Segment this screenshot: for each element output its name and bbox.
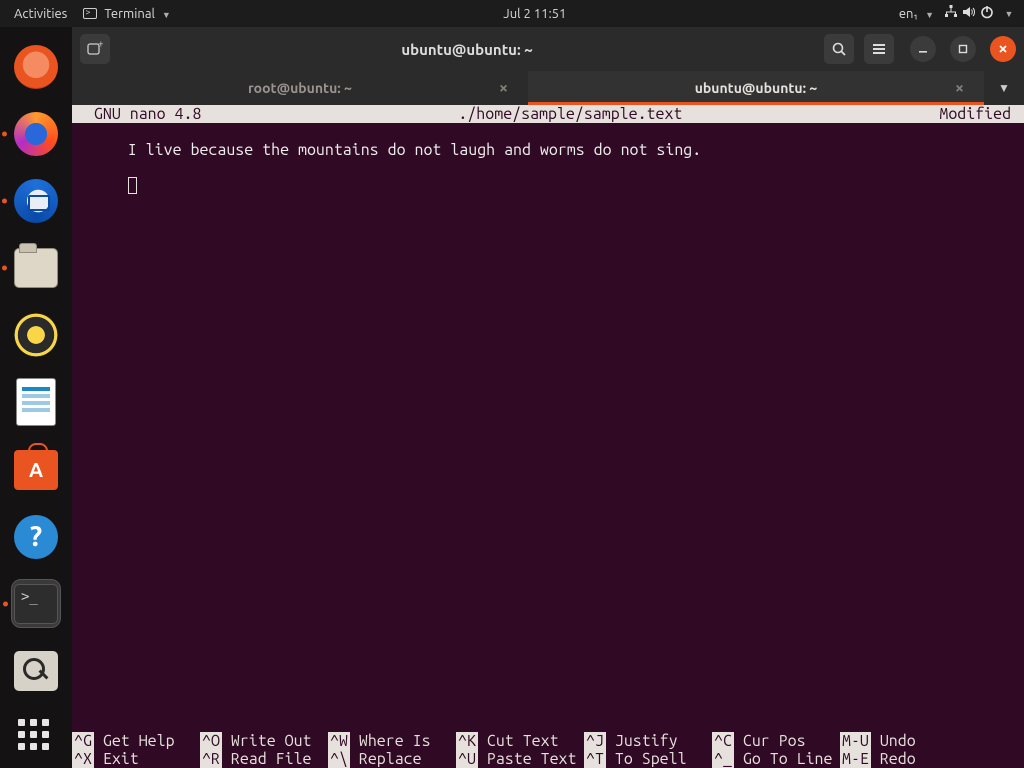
close-button[interactable] [990, 36, 1016, 62]
shortcut-key: ^C [712, 732, 734, 750]
shortcut-label: Go To Line [734, 750, 833, 768]
show-applications-icon[interactable] [11, 42, 61, 91]
chevron-down-icon[interactable]: ▼ [1002, 9, 1016, 19]
hamburger-icon [871, 41, 887, 57]
nano-title-bar: GNU nano 4.8 ./home/sample/sample.text M… [72, 105, 1024, 123]
shortcut-label: Where Is [350, 732, 449, 750]
shortcut-key: ^R [200, 750, 222, 768]
nano-shortcut: ^C Cur Pos [712, 732, 840, 750]
nano-shortcut: ^O Write Out [200, 732, 328, 750]
dock: ? [0, 27, 72, 768]
tab-close-icon[interactable]: × [499, 79, 508, 97]
shortcut-label: Exit [94, 750, 193, 768]
power-icon[interactable] [980, 5, 994, 22]
shortcut-key: ^\ [328, 750, 350, 768]
nano-shortcut: M-E Redo [840, 750, 930, 768]
nano-shortcut: ^K Cut Text [456, 732, 584, 750]
shortcut-key: ^W [328, 732, 350, 750]
shortcut-label: Cur Pos [734, 732, 833, 750]
tab-label: ubuntu@ubuntu: ~ [695, 80, 818, 96]
nano-shortcut: ^X Exit [72, 750, 200, 768]
shortcut-key: ^J [584, 732, 606, 750]
shortcut-key: ^U [456, 750, 478, 768]
shortcut-key: ^O [200, 732, 222, 750]
chevron-down-icon: ▼ [162, 10, 171, 20]
files-icon[interactable] [11, 243, 61, 292]
input-source-label: en₁ [899, 7, 918, 21]
shortcut-label: To Spell [606, 750, 705, 768]
nano-shortcut: ^J Justify [584, 732, 712, 750]
shortcut-key: ^X [72, 750, 94, 768]
nano-shortcut: ^U Paste Text [456, 750, 584, 768]
tab-close-icon[interactable]: × [955, 79, 964, 97]
gnome-top-panel: Activities Terminal ▼ Jul 2 11:51 en₁ ▼ … [0, 0, 1024, 27]
nano-shortcut: ^W Where Is [328, 732, 456, 750]
shortcut-key: ^T [584, 750, 606, 768]
app-menu-button[interactable]: Terminal ▼ [77, 7, 177, 21]
software-center-icon[interactable] [11, 445, 61, 494]
nano-shortcut: ^T To Spell [584, 750, 712, 768]
input-source-indicator[interactable]: en₁ ▼ [893, 7, 940, 21]
libreoffice-writer-icon[interactable] [11, 378, 61, 427]
terminal-tab-2[interactable]: ubuntu@ubuntu: ~ × [528, 71, 984, 105]
nano-shortcut: M-U Undo [840, 732, 930, 750]
chevron-down-icon: ▼ [925, 10, 934, 20]
shortcut-label: Replace [350, 750, 449, 768]
volume-icon[interactable] [962, 5, 976, 22]
shortcut-key: ^K [456, 732, 478, 750]
shortcut-key: ^G [72, 732, 94, 750]
firefox-icon[interactable] [11, 109, 61, 158]
nano-shortcut: ^G Get Help [72, 732, 200, 750]
shortcut-label: Undo [871, 732, 916, 750]
tab-label: root@ubuntu: ~ [248, 80, 352, 96]
network-icon[interactable] [944, 5, 958, 22]
terminal-tab-bar: root@ubuntu: ~ × ubuntu@ubuntu: ~ × ▼ [72, 71, 1024, 105]
shortcut-key: ^_ [712, 750, 734, 768]
shortcut-label: Paste Text [478, 750, 577, 768]
shortcut-key: M-E [840, 750, 871, 768]
svg-text:+: + [98, 41, 103, 49]
activities-button[interactable]: Activities [8, 7, 73, 21]
search-icon [831, 41, 847, 57]
apps-grid-icon[interactable] [18, 719, 54, 754]
maximize-button[interactable] [950, 36, 976, 62]
terminal-icon[interactable] [11, 579, 61, 628]
search-button[interactable] [824, 34, 854, 64]
nano-version: GNU nano 4.8 [76, 105, 201, 123]
terminal-tab-1[interactable]: root@ubuntu: ~ × [72, 71, 528, 105]
image-viewer-icon[interactable] [11, 646, 61, 695]
window-titlebar: + ubuntu@ubuntu: ~ [72, 27, 1024, 71]
minimize-button[interactable] [910, 36, 936, 62]
new-tab-button[interactable]: + [80, 34, 110, 64]
thunderbird-icon[interactable] [11, 176, 61, 225]
shortcut-label: Redo [871, 750, 916, 768]
nano-modified-indicator: Modified [939, 105, 1020, 123]
nano-shortcut-bar: ^G Get Help ^O Write Out ^W Where Is ^K … [72, 732, 1024, 768]
shortcut-label: Justify [606, 732, 705, 750]
shortcut-label: Read File [222, 750, 321, 768]
shortcut-label: Write Out [222, 732, 321, 750]
terminal-small-icon [83, 8, 97, 19]
rhythmbox-icon[interactable] [11, 311, 61, 360]
nano-shortcut: ^_ Go To Line [712, 750, 840, 768]
nano-shortcut: ^R Read File [200, 750, 328, 768]
shortcut-label: Cut Text [478, 732, 577, 750]
nano-buffer-line: I live because the mountains do not laug… [128, 141, 701, 159]
window-title: ubuntu@ubuntu: ~ [118, 41, 816, 58]
terminal-body[interactable]: GNU nano 4.8 ./home/sample/sample.text M… [72, 105, 1024, 768]
app-menu-label: Terminal [104, 7, 155, 21]
text-cursor [128, 177, 137, 194]
shortcut-label: Get Help [94, 732, 193, 750]
nano-filename: ./home/sample/sample.text [201, 105, 939, 123]
shortcut-key: M-U [840, 732, 871, 750]
menu-button[interactable] [864, 34, 894, 64]
nano-buffer[interactable]: I live because the mountains do not laug… [74, 123, 1022, 214]
terminal-window: + ubuntu@ubuntu: ~ root@ubuntu: ~ × ubun… [72, 27, 1024, 768]
panel-clock[interactable]: Jul 2 11:51 [177, 7, 893, 21]
tab-dropdown-button[interactable]: ▼ [984, 71, 1024, 105]
nano-shortcut: ^\ Replace [328, 750, 456, 768]
help-icon[interactable]: ? [11, 512, 61, 561]
